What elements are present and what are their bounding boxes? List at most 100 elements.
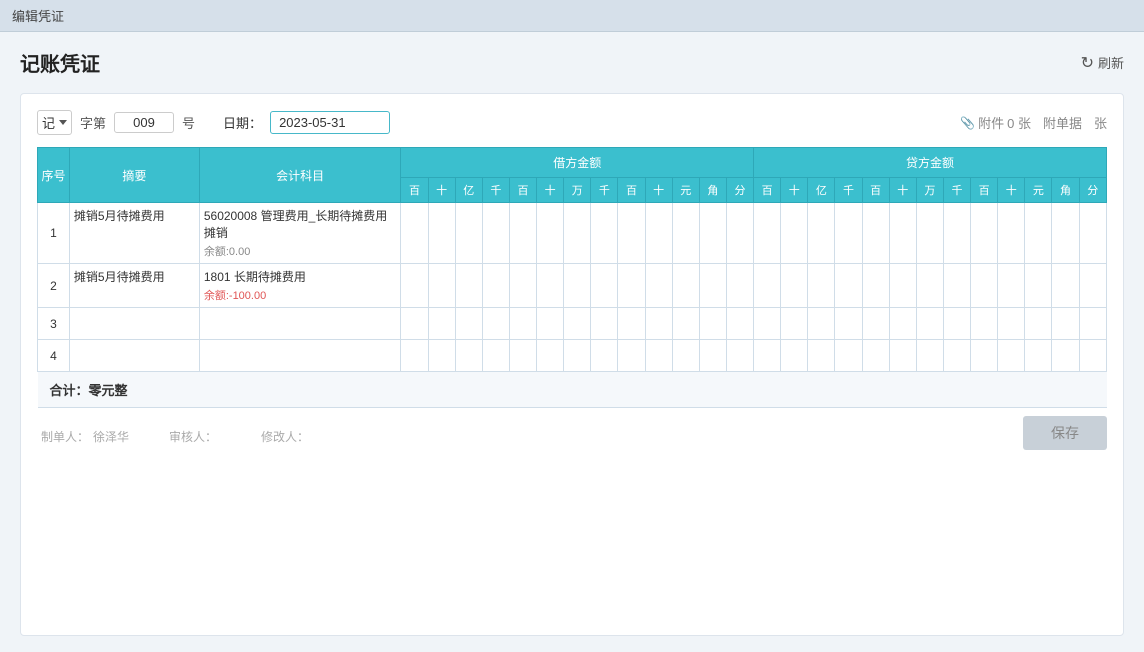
row-credit-d4[interactable] [835,308,862,340]
row-debit-d5[interactable] [509,308,536,340]
row-credit-d3[interactable] [808,340,835,372]
row-credit-d2[interactable] [781,203,808,264]
row-credit-d1[interactable] [754,264,781,308]
row-debit-d6[interactable] [537,340,564,372]
row-debit-d7[interactable] [564,264,591,308]
row-debit-d9[interactable] [618,340,645,372]
row-credit-d12[interactable] [1052,203,1079,264]
row-debit-d2[interactable] [428,203,455,264]
row-debit-d13[interactable] [726,340,753,372]
row-credit-d6[interactable] [889,308,916,340]
row-credit-d1[interactable] [754,203,781,264]
row-debit-d8[interactable] [591,264,618,308]
row-debit-d7[interactable] [564,340,591,372]
row-debit-d9[interactable] [618,264,645,308]
row-credit-d9[interactable] [971,308,998,340]
row-debit-d7[interactable] [564,203,591,264]
save-button[interactable]: 保存 [1023,416,1107,450]
row-debit-d12[interactable] [699,203,726,264]
row-credit-d2[interactable] [781,308,808,340]
row-debit-d5[interactable] [509,340,536,372]
row-credit-d12[interactable] [1052,340,1079,372]
row-summary[interactable]: 摊销5月待摊费用 [69,264,199,308]
table-row[interactable]: 2摊销5月待摊费用1801 长期待摊费用余额:-100.00 [38,264,1107,308]
row-credit-d13[interactable] [1079,203,1106,264]
row-credit-d11[interactable] [1025,340,1052,372]
row-credit-d5[interactable] [862,203,889,264]
row-debit-d2[interactable] [428,264,455,308]
row-credit-d2[interactable] [781,264,808,308]
row-debit-d11[interactable] [672,264,699,308]
row-credit-d1[interactable] [754,340,781,372]
row-debit-d4[interactable] [482,340,509,372]
row-credit-d10[interactable] [998,308,1025,340]
row-credit-d8[interactable] [943,308,970,340]
row-debit-d11[interactable] [672,308,699,340]
row-account[interactable]: 56020008 管理费用_长期待摊费用摊销余额:0.00 [199,203,401,264]
row-debit-d4[interactable] [482,308,509,340]
row-account[interactable]: 1801 长期待摊费用余额:-100.00 [199,264,401,308]
row-debit-d2[interactable] [428,308,455,340]
row-debit-d6[interactable] [537,264,564,308]
row-credit-d10[interactable] [998,264,1025,308]
row-credit-d5[interactable] [862,308,889,340]
row-debit-d12[interactable] [699,308,726,340]
row-credit-d6[interactable] [889,203,916,264]
row-credit-d6[interactable] [889,340,916,372]
row-credit-d12[interactable] [1052,308,1079,340]
row-credit-d5[interactable] [862,264,889,308]
table-row[interactable]: 4 [38,340,1107,372]
row-debit-d1[interactable] [401,340,428,372]
row-credit-d9[interactable] [971,203,998,264]
row-credit-d2[interactable] [781,340,808,372]
row-credit-d10[interactable] [998,340,1025,372]
row-debit-d11[interactable] [672,340,699,372]
row-debit-d2[interactable] [428,340,455,372]
row-credit-d7[interactable] [916,340,943,372]
row-credit-d4[interactable] [835,340,862,372]
row-debit-d10[interactable] [645,203,672,264]
row-debit-d9[interactable] [618,308,645,340]
row-summary[interactable] [69,340,199,372]
row-credit-d6[interactable] [889,264,916,308]
row-debit-d3[interactable] [455,308,482,340]
type-select[interactable]: 记 [37,110,72,135]
table-row[interactable]: 3 [38,308,1107,340]
row-debit-d4[interactable] [482,264,509,308]
date-input[interactable] [270,111,390,134]
row-debit-d8[interactable] [591,340,618,372]
row-credit-d13[interactable] [1079,308,1106,340]
refresh-button[interactable]: 刷新 [1081,53,1124,73]
row-credit-d11[interactable] [1025,203,1052,264]
row-credit-d12[interactable] [1052,264,1079,308]
row-debit-d12[interactable] [699,264,726,308]
row-debit-d6[interactable] [537,308,564,340]
row-credit-d9[interactable] [971,264,998,308]
row-credit-d9[interactable] [971,340,998,372]
row-credit-d13[interactable] [1079,264,1106,308]
row-debit-d3[interactable] [455,340,482,372]
row-debit-d5[interactable] [509,264,536,308]
row-credit-d8[interactable] [943,264,970,308]
row-credit-d3[interactable] [808,264,835,308]
row-credit-d3[interactable] [808,203,835,264]
row-credit-d1[interactable] [754,308,781,340]
row-credit-d8[interactable] [943,340,970,372]
row-account[interactable] [199,308,401,340]
voucher-number-input[interactable] [114,112,174,133]
row-summary[interactable]: 摊销5月待摊费用 [69,203,199,264]
row-debit-d3[interactable] [455,264,482,308]
row-debit-d11[interactable] [672,203,699,264]
row-debit-d6[interactable] [537,203,564,264]
row-debit-d12[interactable] [699,340,726,372]
row-credit-d4[interactable] [835,203,862,264]
row-debit-d7[interactable] [564,308,591,340]
row-debit-d1[interactable] [401,203,428,264]
row-debit-d8[interactable] [591,203,618,264]
row-account[interactable] [199,340,401,372]
attachment-link[interactable]: 附件 0 张 [960,113,1031,132]
row-debit-d13[interactable] [726,308,753,340]
row-debit-d4[interactable] [482,203,509,264]
row-credit-d8[interactable] [943,203,970,264]
row-debit-d1[interactable] [401,308,428,340]
